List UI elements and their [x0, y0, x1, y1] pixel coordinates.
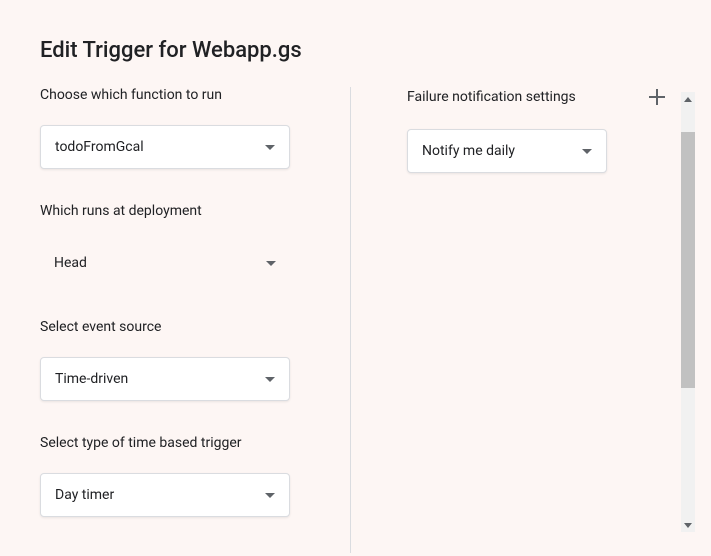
function-value: todoFromGcal: [55, 139, 144, 155]
chevron-down-icon: [265, 493, 275, 498]
event-source-field: Select event source Time-driven: [40, 319, 314, 401]
trigger-type-field: Select type of time based trigger Day ti…: [40, 435, 314, 517]
notification-value: Notify me daily: [422, 143, 515, 159]
dialog-content: Choose which function to run todoFromGca…: [0, 87, 711, 553]
notification-field: Failure notification settings Notify me …: [407, 87, 667, 173]
right-column: Failure notification settings Notify me …: [351, 87, 711, 553]
scrollbar-thumb[interactable]: [681, 132, 695, 388]
deployment-value: Head: [54, 255, 87, 271]
notification-header: Failure notification settings: [407, 87, 667, 107]
chevron-down-icon: [266, 261, 276, 266]
scrollbar-arrow-up-icon[interactable]: [681, 92, 695, 106]
scrollbar-arrow-down-icon[interactable]: [681, 518, 695, 532]
deployment-field: Which runs at deployment Head: [40, 203, 314, 285]
function-label: Choose which function to run: [40, 87, 314, 103]
chevron-down-icon: [265, 377, 275, 382]
chevron-down-icon: [265, 145, 275, 150]
dialog-title: Edit Trigger for Webapp.gs: [0, 0, 711, 87]
notification-label: Failure notification settings: [407, 89, 576, 105]
function-dropdown[interactable]: todoFromGcal: [40, 125, 290, 169]
trigger-type-label: Select type of time based trigger: [40, 435, 314, 451]
deployment-label: Which runs at deployment: [40, 203, 314, 219]
chevron-down-icon: [582, 149, 592, 154]
edit-trigger-dialog: Edit Trigger for Webapp.gs Choose which …: [0, 0, 711, 556]
event-source-label: Select event source: [40, 319, 314, 335]
function-field: Choose which function to run todoFromGca…: [40, 87, 314, 169]
deployment-dropdown[interactable]: Head: [40, 241, 290, 285]
trigger-type-dropdown[interactable]: Day timer: [40, 473, 290, 517]
left-column: Choose which function to run todoFromGca…: [40, 87, 350, 553]
scrollbar[interactable]: [681, 92, 695, 532]
plus-icon[interactable]: [647, 87, 667, 107]
trigger-type-value: Day timer: [55, 487, 114, 503]
event-source-dropdown[interactable]: Time-driven: [40, 357, 290, 401]
notification-dropdown[interactable]: Notify me daily: [407, 129, 607, 173]
event-source-value: Time-driven: [55, 371, 128, 387]
